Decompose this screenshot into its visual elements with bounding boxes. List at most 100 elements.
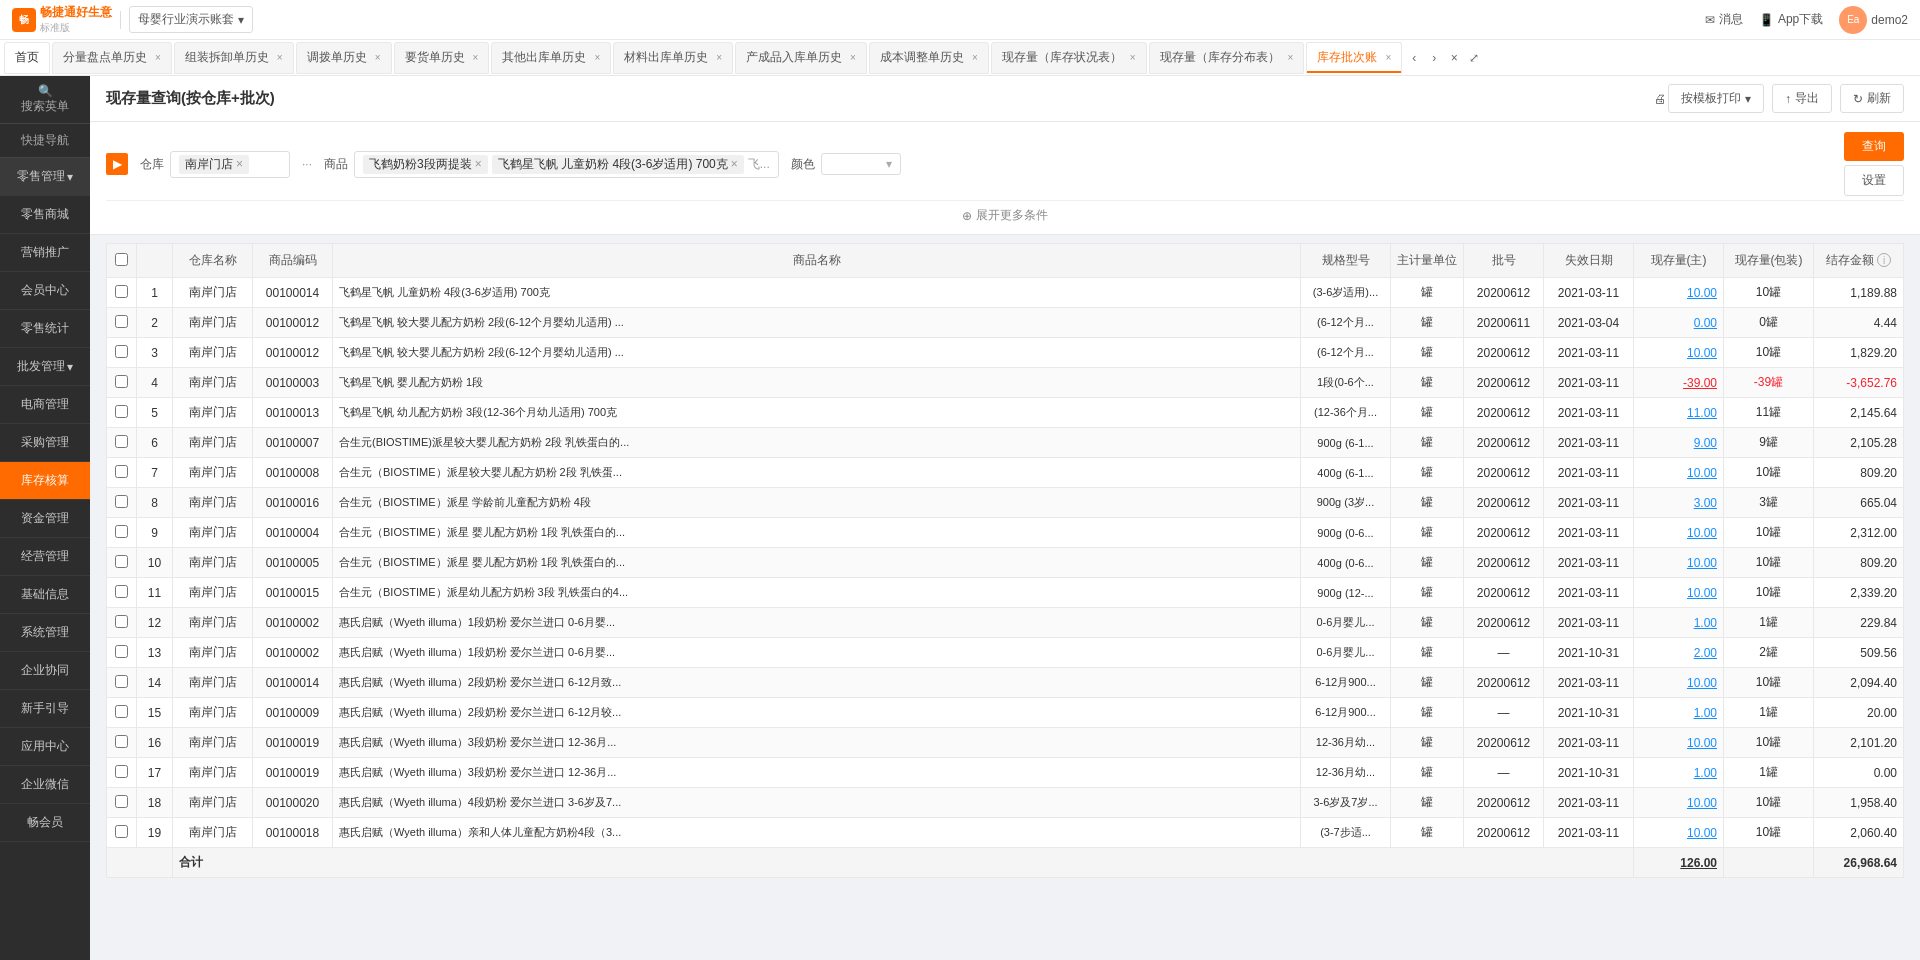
row-batch: 20200612 — [1464, 818, 1544, 848]
tab-split-history-close[interactable]: × — [155, 52, 161, 63]
sidebar-item-member2[interactable]: 畅会员 — [0, 804, 90, 842]
sidebar-item-corp[interactable]: 企业协同 — [0, 652, 90, 690]
select-all-checkbox[interactable] — [115, 253, 128, 266]
query-button[interactable]: 查询 — [1844, 132, 1904, 161]
tab-product-in[interactable]: 产成品入库单历史 × — [735, 42, 867, 74]
sidebar-item-newguide[interactable]: 新手引导 — [0, 690, 90, 728]
row-stock-main: 10.00 — [1634, 578, 1724, 608]
sidebar-item-retail-stat[interactable]: 零售统计 — [0, 310, 90, 348]
tab-other-out[interactable]: 其他出库单历史 × — [491, 42, 611, 74]
tab-stock-status-close[interactable]: × — [1130, 52, 1136, 63]
tab-material-out-close[interactable]: × — [716, 52, 722, 63]
app-download-btn[interactable]: 📱 App下载 — [1759, 11, 1823, 28]
sidebar-item-retail-mall[interactable]: 零售商城 — [0, 196, 90, 234]
tab-need-close[interactable]: × — [473, 52, 479, 63]
sidebar-item-member[interactable]: 会员中心 — [0, 272, 90, 310]
row-checkbox[interactable] — [107, 668, 137, 698]
print-btn[interactable]: 🖨 按模板打印 ▾ — [1654, 84, 1764, 113]
warehouse-select[interactable]: 母婴行业演示账套 ▾ — [129, 6, 253, 33]
tab-need-history[interactable]: 要货单历史 × — [394, 42, 490, 74]
tab-unpack-close[interactable]: × — [277, 52, 283, 63]
tabs-prev-btn[interactable]: ‹ — [1404, 42, 1424, 74]
sidebar-item-basic[interactable]: 基础信息 — [0, 576, 90, 614]
row-checkbox[interactable] — [107, 578, 137, 608]
tab-mix-close[interactable]: × — [375, 52, 381, 63]
row-batch: — — [1464, 698, 1544, 728]
user-menu[interactable]: Ea demo2 — [1839, 6, 1908, 34]
row-checkbox[interactable] — [107, 398, 137, 428]
row-checkbox[interactable] — [107, 338, 137, 368]
row-stock-pack: 10罐 — [1724, 458, 1814, 488]
tab-product-in-close[interactable]: × — [850, 52, 856, 63]
product-tag-1-close[interactable]: × — [475, 157, 482, 171]
tabs-close-btn[interactable]: × — [1444, 42, 1464, 74]
message-btn[interactable]: ✉ 消息 — [1705, 11, 1743, 28]
tab-stock-status[interactable]: 现存量（库存状况表） × — [991, 42, 1147, 74]
sidebar-item-finance-label: 资金管理 — [21, 511, 69, 525]
row-num: 5 — [137, 398, 173, 428]
tab-batch-ledger[interactable]: 库存批次账 × — [1306, 42, 1402, 74]
tabs-next-btn[interactable]: › — [1424, 42, 1444, 74]
tab-other-out-close[interactable]: × — [594, 52, 600, 63]
sidebar-item-system[interactable]: 系统管理 — [0, 614, 90, 652]
product-tag-2-close[interactable]: × — [731, 157, 738, 171]
row-checkbox[interactable] — [107, 518, 137, 548]
row-num: 1 — [137, 278, 173, 308]
tab-cost-adjust-close[interactable]: × — [972, 52, 978, 63]
row-checkbox[interactable] — [107, 308, 137, 338]
sidebar-item-inventory[interactable]: 库存核算 — [0, 462, 90, 500]
tab-home[interactable]: 首页 — [4, 42, 50, 74]
sidebar-item-finance[interactable]: 资金管理 — [0, 500, 90, 538]
sidebar-item-corpwx[interactable]: 企业微信 — [0, 766, 90, 804]
sidebar-item-purchase[interactable]: 采购管理 — [0, 424, 90, 462]
row-balance: 0.00 — [1814, 758, 1904, 788]
tab-material-out[interactable]: 材料出库单历史 × — [613, 42, 733, 74]
color-dropdown-arrow-icon[interactable]: ▾ — [886, 157, 892, 171]
sidebar-item-wholesale[interactable]: 批发管理 ▾ — [0, 348, 90, 386]
row-checkbox[interactable] — [107, 698, 137, 728]
row-checkbox[interactable] — [107, 278, 137, 308]
tab-batch-ledger-close[interactable]: × — [1385, 52, 1391, 63]
sidebar-item-ecommerce[interactable]: 电商管理 — [0, 386, 90, 424]
sidebar-item-operation[interactable]: 经营管理 — [0, 538, 90, 576]
sidebar-item-appcenter[interactable]: 应用中心 — [0, 728, 90, 766]
tabs-maximize-btn[interactable]: ⤢ — [1464, 42, 1484, 74]
tab-stock-dist-close[interactable]: × — [1288, 52, 1294, 63]
logo-text: 畅捷通好生意 — [40, 4, 112, 21]
print-template-button[interactable]: 按模板打印 ▾ — [1668, 84, 1764, 113]
tab-cost-adjust[interactable]: 成本调整单历史 × — [869, 42, 989, 74]
row-checkbox[interactable] — [107, 788, 137, 818]
tab-mix-history[interactable]: 调拨单历史 × — [296, 42, 392, 74]
row-checkbox[interactable] — [107, 548, 137, 578]
row-checkbox[interactable] — [107, 728, 137, 758]
row-checkbox[interactable] — [107, 428, 137, 458]
row-checkbox[interactable] — [107, 608, 137, 638]
sidebar-quicknav[interactable]: 快捷导航 — [0, 124, 90, 158]
filter-collapse-btn[interactable]: ▶ — [106, 153, 128, 175]
row-checkbox[interactable] — [107, 458, 137, 488]
row-checkbox[interactable] — [107, 368, 137, 398]
row-name: 惠氏启赋（Wyeth illuma）2段奶粉 爱尔兰进口 6-12月较... — [333, 698, 1301, 728]
row-stock-pack: 10罐 — [1724, 548, 1814, 578]
row-checkbox[interactable] — [107, 488, 137, 518]
tab-unpack-history[interactable]: 组装拆卸单历史 × — [174, 42, 294, 74]
setting-button[interactable]: 设置 — [1844, 165, 1904, 196]
warehouse-tag-1-close[interactable]: × — [236, 157, 243, 171]
row-checkbox[interactable] — [107, 758, 137, 788]
sidebar-item-retail[interactable]: 零售管理 ▾ — [0, 158, 90, 196]
balance-info-icon[interactable]: i — [1877, 253, 1891, 267]
row-checkbox[interactable] — [107, 638, 137, 668]
expand-more-btn[interactable]: ⊕ 展开更多条件 — [106, 200, 1904, 224]
tab-stock-dist[interactable]: 现存量（库存分布表） × — [1149, 42, 1305, 74]
sidebar-item-marketing[interactable]: 营销推广 — [0, 234, 90, 272]
row-warehouse: 南岸门店 — [173, 458, 253, 488]
sidebar-item-corp-label: 企业协同 — [21, 663, 69, 677]
sidebar-search[interactable]: 🔍 搜索英单 — [0, 76, 90, 124]
refresh-button[interactable]: ↻ 刷新 — [1840, 84, 1904, 113]
row-warehouse: 南岸门店 — [173, 668, 253, 698]
export-button[interactable]: ↑ 导出 — [1772, 84, 1832, 113]
row-stock-pack: 1罐 — [1724, 608, 1814, 638]
row-stock-pack: 2罐 — [1724, 638, 1814, 668]
tab-split-history[interactable]: 分量盘点单历史 × — [52, 42, 172, 74]
row-checkbox[interactable] — [107, 818, 137, 848]
